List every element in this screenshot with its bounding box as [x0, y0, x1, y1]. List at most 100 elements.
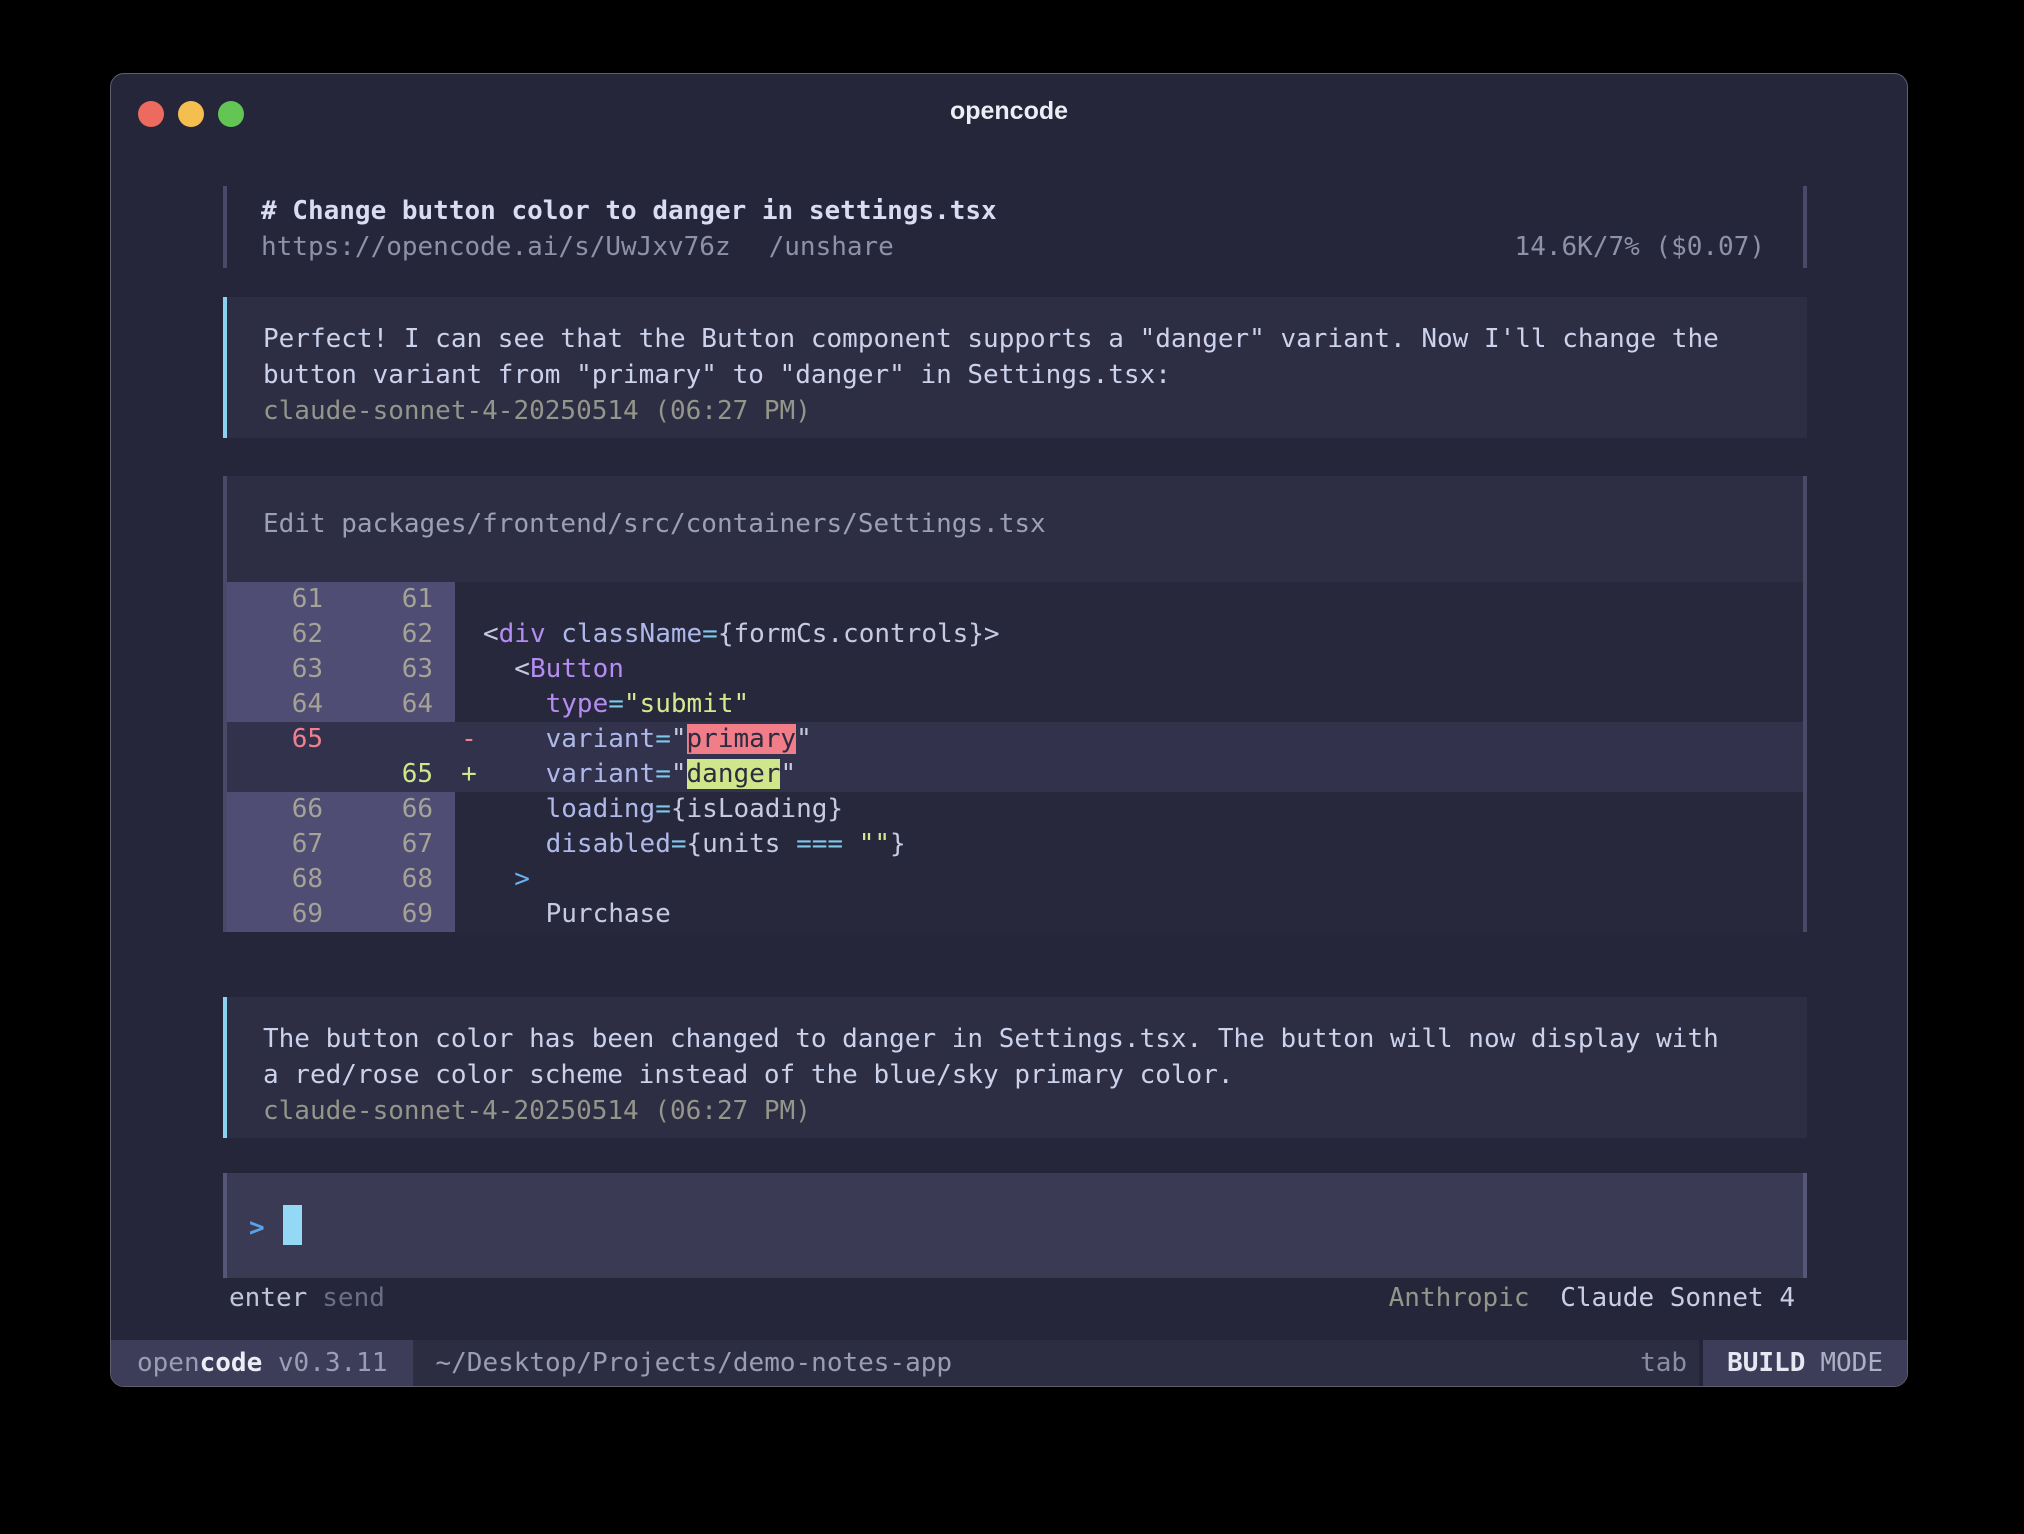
- diff-row: 6262<div className={formCs.controls}>: [227, 617, 1803, 652]
- model-provider: Anthropic: [1389, 1283, 1530, 1313]
- code-segment: =: [655, 724, 671, 754]
- hints-row: enter send Anthropic Claude Sonnet 4: [223, 1280, 1807, 1316]
- diff-marker: [455, 827, 483, 862]
- code-segment: [483, 794, 546, 824]
- line-number-old: 64: [227, 687, 323, 722]
- code-segment: variant: [546, 759, 656, 789]
- code-line: type="submit": [483, 687, 1803, 722]
- diff-gutter: 6666: [227, 792, 455, 827]
- diff-row: 6464 type="submit": [227, 687, 1803, 722]
- code-line: Purchase: [483, 897, 1803, 932]
- line-number-new: 62: [323, 617, 433, 652]
- code-segment: loading: [546, 794, 656, 824]
- diff-gutter: 6363: [227, 652, 455, 687]
- code-line: variant="danger": [483, 757, 1803, 792]
- message-text-line: Perfect! I can see that the Button compo…: [263, 321, 1771, 357]
- assistant-message: The button color has been changed to dan…: [223, 997, 1807, 1138]
- code-line: variant="primary": [483, 722, 1803, 757]
- enter-key-hint: enter: [229, 1280, 307, 1316]
- diff-gutter: 65: [227, 722, 455, 757]
- code-segment: [483, 689, 546, 719]
- status-bar: opencode v0.3.11 ~/Desktop/Projects/demo…: [111, 1340, 1907, 1386]
- tab-key-hint[interactable]: tab: [1640, 1340, 1687, 1386]
- message-text-line: The button color has been changed to dan…: [263, 1021, 1771, 1057]
- diff-marker: [455, 687, 483, 722]
- line-number-new: 61: [323, 582, 433, 617]
- diff-gutter: 6868: [227, 862, 455, 897]
- diff-row: 65- variant="primary": [227, 722, 1803, 757]
- diff-row: 65+ variant="danger": [227, 757, 1803, 792]
- edit-tool-block: Edit packages/frontend/src/containers/Se…: [223, 476, 1807, 932]
- diff-gutter: 6767: [227, 827, 455, 862]
- line-number-new: 67: [323, 827, 433, 862]
- code-segment: {units: [687, 829, 797, 859]
- diff-marker: [455, 792, 483, 827]
- app-version: v0.3.11: [262, 1348, 387, 1378]
- diff-marker: [455, 897, 483, 932]
- diff-row: 6969 Purchase: [227, 897, 1803, 932]
- diff-row: 6666 loading={isLoading}: [227, 792, 1803, 827]
- code-segment: "submit": [624, 689, 749, 719]
- code-segment: variant: [546, 724, 656, 754]
- text-cursor: [283, 1205, 302, 1245]
- line-number-new: 63: [323, 652, 433, 687]
- line-number-old: [227, 757, 323, 792]
- line-number-old: 68: [227, 862, 323, 897]
- app-name-code: code: [200, 1348, 263, 1378]
- code-segment: className: [561, 619, 702, 649]
- prompt-symbol: >: [249, 1213, 265, 1243]
- message-text-line: a red/rose color scheme instead of the b…: [263, 1057, 1771, 1093]
- line-number-old: 67: [227, 827, 323, 862]
- code-segment: "": [859, 829, 890, 859]
- message-model-meta: claude-sonnet-4-20250514 (06:27 PM): [263, 1093, 1771, 1129]
- code-segment: danger: [687, 759, 781, 789]
- prompt-input[interactable]: >: [223, 1173, 1807, 1278]
- code-line: disabled={units === ""}: [483, 827, 1803, 862]
- code-segment: disabled: [546, 829, 671, 859]
- session-title: # Change button color to danger in setti…: [261, 193, 1769, 229]
- code-segment: =: [671, 829, 687, 859]
- titlebar: opencode: [111, 74, 1907, 144]
- diff-marker: -: [455, 722, 483, 757]
- diff-row: 6363 <Button: [227, 652, 1803, 687]
- code-segment: >: [483, 864, 530, 894]
- window-title: opencode: [111, 74, 1907, 144]
- code-segment: [546, 619, 562, 649]
- message-model-meta: claude-sonnet-4-20250514 (06:27 PM): [263, 393, 1771, 429]
- assistant-message: Perfect! I can see that the Button compo…: [223, 297, 1807, 438]
- line-number-new: 66: [323, 792, 433, 827]
- code-line: >: [483, 862, 1803, 897]
- code-segment: <: [483, 654, 530, 684]
- diff-gutter: 65: [227, 757, 455, 792]
- session-header: # Change button color to danger in setti…: [223, 186, 1807, 268]
- code-segment: =: [702, 619, 718, 649]
- code-segment: ": [671, 759, 687, 789]
- share-url-link[interactable]: https://opencode.ai/s/UwJxv76z: [261, 229, 731, 265]
- code-segment: div: [499, 619, 546, 649]
- model-name: Claude Sonnet 4: [1560, 1283, 1795, 1313]
- message-text-line: button variant from "primary" to "danger…: [263, 357, 1771, 393]
- line-number-new: 65: [323, 757, 433, 792]
- code-segment: =: [608, 689, 624, 719]
- opencode-window: opencode # Change button color to danger…: [110, 73, 1908, 1387]
- code-segment: [483, 759, 546, 789]
- diff-marker: [455, 582, 483, 617]
- mode-label: MODE: [1820, 1348, 1883, 1378]
- unshare-command[interactable]: /unshare: [769, 229, 894, 265]
- diff-gutter: 6969: [227, 897, 455, 932]
- code-segment: ": [780, 759, 796, 789]
- code-segment: primary: [687, 724, 797, 754]
- line-number-new: [323, 722, 433, 757]
- code-segment: {isLoading}: [671, 794, 843, 824]
- diff-rows: 61616262<div className={formCs.controls}…: [227, 582, 1803, 932]
- line-number-old: 63: [227, 652, 323, 687]
- code-segment: =: [655, 759, 671, 789]
- code-line: loading={isLoading}: [483, 792, 1803, 827]
- line-number-old: 66: [227, 792, 323, 827]
- app-version-badge: opencode v0.3.11: [111, 1340, 413, 1386]
- code-segment: type: [546, 689, 609, 719]
- mode-badge: BUILDMODE: [1699, 1340, 1907, 1386]
- code-segment: [843, 829, 859, 859]
- line-number-old: 65: [227, 722, 323, 757]
- code-segment: ": [796, 724, 812, 754]
